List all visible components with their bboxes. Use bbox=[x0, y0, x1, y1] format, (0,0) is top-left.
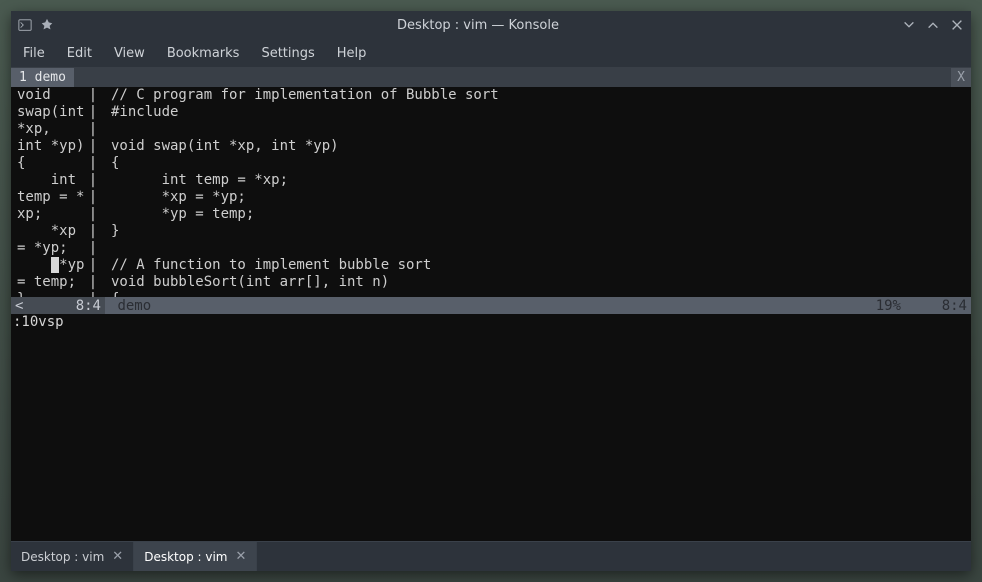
konsole-tab-1[interactable]: Desktop : vim ✕ bbox=[134, 542, 257, 571]
menu-edit[interactable]: Edit bbox=[67, 46, 92, 61]
close-icon[interactable]: ✕ bbox=[236, 549, 247, 564]
desktop-background: Desktop : vim — Konsole File Edit View B… bbox=[0, 0, 982, 582]
fold-column bbox=[97, 87, 105, 297]
menu-settings[interactable]: Settings bbox=[261, 46, 314, 61]
vim-tabline: 1 demo X bbox=[11, 67, 971, 87]
maximize-icon[interactable] bbox=[925, 17, 941, 33]
konsole-tab-0[interactable]: Desktop : vim ✕ bbox=[11, 542, 134, 571]
menu-file[interactable]: File bbox=[23, 46, 45, 61]
konsole-tabbar: Desktop : vim ✕ Desktop : vim ✕ bbox=[11, 541, 971, 571]
right-statusline: demo 19% 8:4 bbox=[105, 297, 971, 314]
pin-icon[interactable] bbox=[39, 17, 55, 33]
close-icon[interactable] bbox=[949, 17, 965, 33]
left-statusline: < 8:4 bbox=[11, 297, 105, 314]
editor-area: void swap(int *xp, int *yp) { int temp =… bbox=[11, 87, 971, 297]
right-code[interactable]: // C program for implementation of Bubbl… bbox=[105, 87, 971, 297]
vim-tab-active[interactable]: 1 demo bbox=[11, 68, 74, 87]
titlebar[interactable]: Desktop : vim — Konsole bbox=[11, 11, 971, 39]
vertical-split-border: ||||||||||||||||||||||| bbox=[89, 87, 97, 297]
window-title: Desktop : vim — Konsole bbox=[55, 18, 901, 33]
vim-cmdline[interactable]: :10vsp bbox=[11, 314, 971, 331]
menubar: File Edit View Bookmarks Settings Help bbox=[11, 39, 971, 67]
left-code[interactable]: void swap(int *xp, int *yp) { int temp =… bbox=[11, 87, 89, 297]
vim-tab-close[interactable]: X bbox=[951, 68, 971, 87]
menu-bookmarks[interactable]: Bookmarks bbox=[167, 46, 240, 61]
terminal-icon bbox=[17, 17, 33, 33]
konsole-window: Desktop : vim — Konsole File Edit View B… bbox=[11, 11, 971, 571]
menu-help[interactable]: Help bbox=[337, 46, 367, 61]
right-split[interactable]: // C program for implementation of Bubbl… bbox=[105, 87, 971, 297]
left-split[interactable]: void swap(int *xp, int *yp) { int temp =… bbox=[11, 87, 89, 297]
empty-area bbox=[11, 331, 971, 541]
menu-view[interactable]: View bbox=[114, 46, 145, 61]
close-icon[interactable]: ✕ bbox=[112, 549, 123, 564]
minimize-icon[interactable] bbox=[901, 17, 917, 33]
